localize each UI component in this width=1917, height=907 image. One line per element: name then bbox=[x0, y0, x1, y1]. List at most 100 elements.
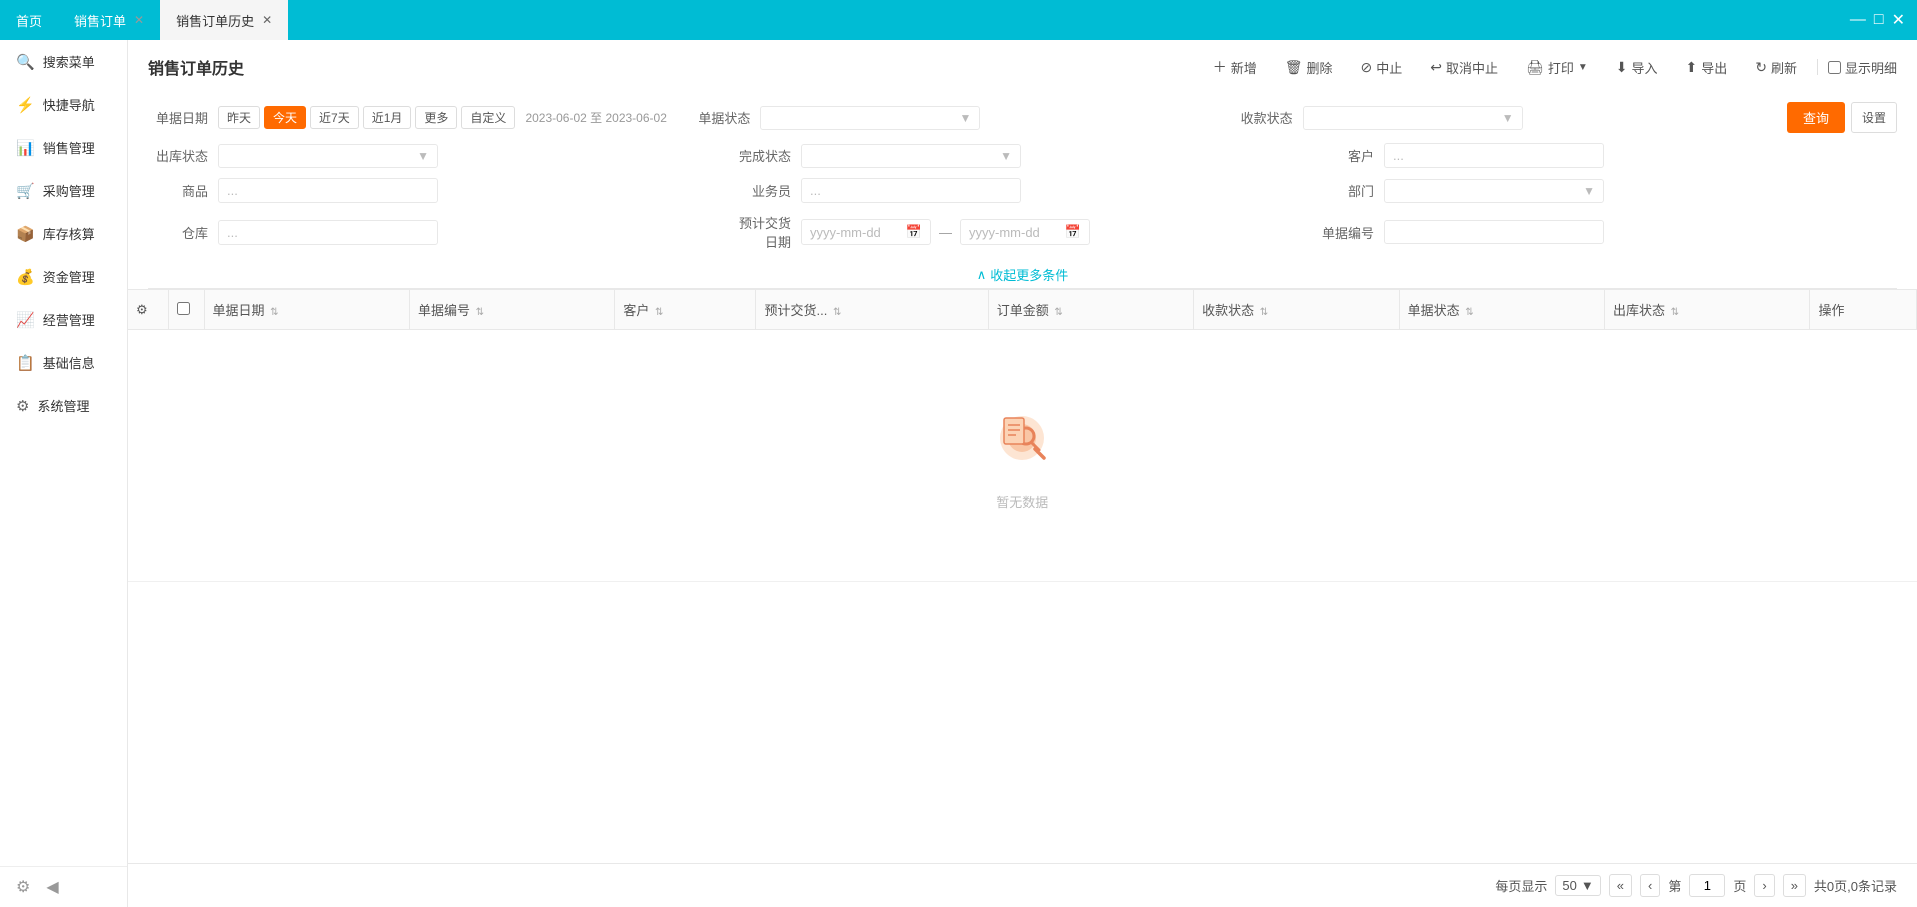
th-customer-label: 客户 bbox=[623, 303, 649, 318]
filter-row-4: 仓库 ... 预计交货日期 yyyy-mm-dd 📅 — yyyy-mm-dd bbox=[148, 213, 1897, 251]
import-button[interactable]: ⬇ 导入 bbox=[1606, 53, 1668, 82]
yesterday-btn[interactable]: 昨天 bbox=[218, 106, 260, 129]
page-size-select[interactable]: 50 ▼ bbox=[1555, 875, 1600, 896]
print-button[interactable]: 🖨 打印 ▼ bbox=[1516, 53, 1598, 82]
settings-bottom-icon[interactable]: ⚙ bbox=[16, 877, 30, 897]
calendar-end-icon[interactable]: 📅 bbox=[1065, 224, 1081, 240]
empty-state-row: 暂无数据 bbox=[128, 330, 1917, 582]
tab-sales-order[interactable]: 销售订单 ✕ bbox=[58, 0, 160, 40]
th-bill-status[interactable]: 单据状态 ⇅ bbox=[1399, 290, 1604, 330]
th-bill-date[interactable]: 单据日期 ⇅ bbox=[204, 290, 409, 330]
tab-home[interactable]: 首页 bbox=[0, 0, 58, 40]
th-check[interactable] bbox=[168, 290, 204, 330]
department-dropdown-icon: ▼ bbox=[1583, 184, 1595, 198]
sort-bill-status-icon: ⇅ bbox=[1465, 307, 1473, 318]
sidebar-item-sales[interactable]: 📊 销售管理 bbox=[0, 126, 127, 169]
page-number-input[interactable] bbox=[1689, 874, 1725, 897]
complete-status-select[interactable]: ▼ bbox=[801, 144, 1021, 168]
tab-sales-history-close[interactable]: ✕ bbox=[262, 13, 272, 27]
th-out-status[interactable]: 出库状态 ⇅ bbox=[1605, 290, 1810, 330]
next-page-btn[interactable]: › bbox=[1754, 874, 1774, 897]
sidebar-item-system[interactable]: ⚙ 系统管理 bbox=[0, 384, 127, 427]
base-info-icon: 📋 bbox=[16, 354, 35, 372]
sidebar-item-quick-nav[interactable]: ⚡ 快捷导航 bbox=[0, 83, 127, 126]
prev-page-btn[interactable]: ‹ bbox=[1640, 874, 1660, 897]
delivery-start-placeholder: yyyy-mm-dd bbox=[810, 225, 881, 240]
delivery-date-start[interactable]: yyyy-mm-dd 📅 bbox=[801, 219, 931, 245]
select-all-checkbox[interactable] bbox=[177, 302, 190, 315]
sidebar-item-operations[interactable]: 📈 经营管理 bbox=[0, 298, 127, 341]
warehouse-select[interactable]: ... bbox=[218, 220, 438, 245]
cancel-stop-button[interactable]: ↩ 取消中止 bbox=[1420, 53, 1508, 82]
tab-sales-order-close[interactable]: ✕ bbox=[134, 13, 144, 27]
sidebar-item-base-info[interactable]: 📋 基础信息 bbox=[0, 341, 127, 384]
salesman-select[interactable]: ... bbox=[801, 178, 1021, 203]
new-label: 新增 bbox=[1231, 58, 1257, 77]
show-detail-check[interactable]: 显示明细 bbox=[1828, 58, 1897, 77]
last1month-btn[interactable]: 近1月 bbox=[363, 106, 412, 129]
today-btn[interactable]: 今天 bbox=[264, 106, 306, 129]
sidebar-item-search-label: 搜索菜单 bbox=[43, 52, 95, 71]
custom-btn[interactable]: 自定义 bbox=[461, 106, 515, 129]
payment-status-label: 收款状态 bbox=[1233, 108, 1303, 127]
first-page-btn[interactable]: « bbox=[1609, 874, 1632, 897]
page-size-text: 每页显示 bbox=[1495, 876, 1547, 895]
customer-select[interactable]: ... bbox=[1384, 143, 1604, 168]
stop-label: 中止 bbox=[1376, 58, 1402, 77]
sort-bill-date-icon: ⇅ bbox=[270, 307, 278, 318]
refresh-button[interactable]: ↻ 刷新 bbox=[1745, 53, 1807, 82]
more-btn[interactable]: 更多 bbox=[415, 106, 457, 129]
th-order-amount[interactable]: 订单金额 ⇅ bbox=[988, 290, 1193, 330]
export-icon: ⬆ bbox=[1685, 59, 1697, 76]
th-customer[interactable]: 客户 ⇅ bbox=[615, 290, 756, 330]
th-delivery-date-label: 预计交货... bbox=[764, 303, 827, 318]
th-delivery-date[interactable]: 预计交货... ⇅ bbox=[756, 290, 988, 330]
sidebar-item-purchase[interactable]: 🛒 采购管理 bbox=[0, 169, 127, 212]
out-status-select[interactable]: ▼ bbox=[218, 144, 438, 168]
cancel-stop-label: 取消中止 bbox=[1446, 58, 1498, 77]
bill-no-input[interactable] bbox=[1384, 220, 1604, 244]
content-area: 销售订单历史 ＋ 新增 🗑 删除 ⊘ 中止 ↩ bbox=[128, 40, 1917, 907]
search-menu-icon: 🔍 bbox=[16, 53, 35, 71]
delete-button[interactable]: 🗑 删除 bbox=[1275, 53, 1343, 82]
calendar-start-icon[interactable]: 📅 bbox=[906, 224, 922, 240]
page-word: 第 bbox=[1668, 876, 1681, 895]
query-button[interactable]: 查询 bbox=[1787, 102, 1845, 133]
filter-row-2: 出库状态 ▼ 完成状态 ▼ 客户 bbox=[148, 143, 1897, 168]
bill-status-select[interactable]: ▼ bbox=[760, 106, 980, 130]
settings-filter-button[interactable]: 设置 bbox=[1851, 102, 1897, 133]
tab-sales-history[interactable]: 销售订单历史 ✕ bbox=[160, 0, 288, 40]
export-button[interactable]: ⬆ 导出 bbox=[1675, 53, 1737, 82]
collapse-row[interactable]: ∧ 收起更多条件 bbox=[148, 261, 1897, 288]
toolbar: ＋ 新增 🗑 删除 ⊘ 中止 ↩ 取消中止 bbox=[1203, 52, 1897, 82]
th-payment-status[interactable]: 收款状态 ⇅ bbox=[1194, 290, 1399, 330]
new-button[interactable]: ＋ 新增 bbox=[1203, 52, 1267, 82]
th-bill-status-label: 单据状态 bbox=[1408, 303, 1460, 318]
maximize-icon[interactable]: □ bbox=[1874, 11, 1884, 29]
customer-label: 客户 bbox=[1314, 146, 1384, 165]
th-settings[interactable]: ⚙ bbox=[128, 290, 168, 330]
sidebar-item-finance[interactable]: 💰 资金管理 bbox=[0, 255, 127, 298]
delivery-date-end[interactable]: yyyy-mm-dd 📅 bbox=[960, 219, 1090, 245]
stop-button[interactable]: ⊘ 中止 bbox=[1351, 53, 1413, 82]
last-page-btn[interactable]: » bbox=[1783, 874, 1806, 897]
sidebar-item-system-label: 系统管理 bbox=[37, 396, 89, 415]
empty-illustration bbox=[982, 400, 1062, 480]
table-header-row: ⚙ 单据日期 ⇅ 单据编号 ⇅ 客户 ⇅ bbox=[128, 290, 1917, 330]
minimize-icon[interactable]: — bbox=[1850, 11, 1866, 29]
collapse-sidebar-icon[interactable]: ◀ bbox=[46, 877, 58, 897]
last7-btn[interactable]: 近7天 bbox=[310, 106, 359, 129]
payment-status-select[interactable]: ▼ bbox=[1303, 106, 1523, 130]
close-window-icon[interactable]: ✕ bbox=[1892, 10, 1905, 30]
sidebar-item-inventory[interactable]: 📦 库存核算 bbox=[0, 212, 127, 255]
th-bill-no[interactable]: 单据编号 ⇅ bbox=[409, 290, 614, 330]
goods-select[interactable]: ... bbox=[218, 178, 438, 203]
sidebar-item-quick-nav-label: 快捷导航 bbox=[43, 95, 95, 114]
tab-sales-order-label: 销售订单 bbox=[74, 11, 126, 30]
show-detail-checkbox[interactable] bbox=[1828, 61, 1841, 74]
sidebar-item-search[interactable]: 🔍 搜索菜单 bbox=[0, 40, 127, 83]
department-select[interactable]: ▼ bbox=[1384, 179, 1604, 203]
complete-status-label: 完成状态 bbox=[731, 146, 801, 165]
filter-area: 单据日期 昨天 今天 近7天 近1月 更多 自定义 2023-06-02 至 2… bbox=[148, 92, 1897, 289]
show-detail-label: 显示明细 bbox=[1845, 58, 1897, 77]
